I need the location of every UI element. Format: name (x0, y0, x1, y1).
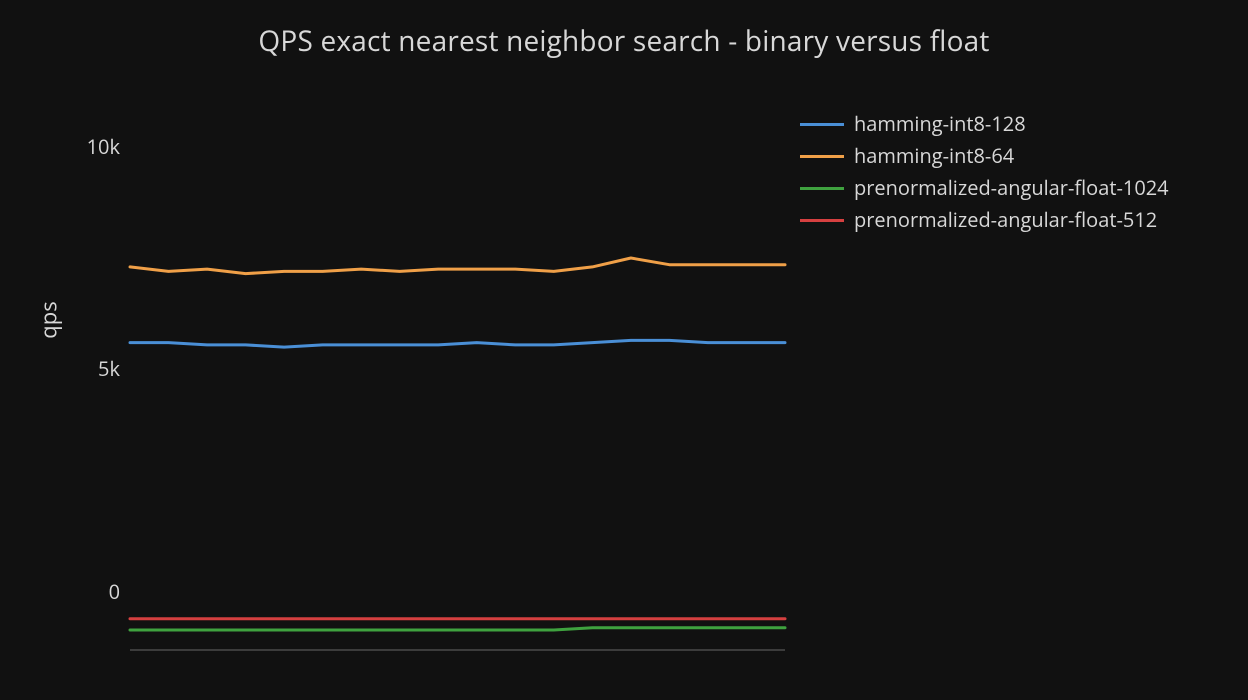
legend-label: hamming-int8-64 (854, 140, 1014, 172)
legend-label: prenormalized-angular-float-1024 (854, 172, 1169, 204)
legend-item[interactable]: hamming-int8-64 (800, 140, 1169, 172)
legend-item[interactable]: hamming-int8-128 (800, 108, 1169, 140)
series-line (130, 258, 785, 274)
y-axis-label: qps (34, 301, 64, 338)
chart-container: QPS exact nearest neighbor search - bina… (0, 0, 1248, 640)
legend-label: prenormalized-angular-float-512 (854, 204, 1157, 236)
y-tick-label: 10k (60, 133, 120, 160)
legend-swatch (800, 219, 844, 222)
series-line (130, 340, 785, 347)
legend-label: hamming-int8-128 (854, 108, 1026, 140)
chart-title: QPS exact nearest neighbor search - bina… (0, 0, 1248, 60)
legend-item[interactable]: prenormalized-angular-float-1024 (800, 172, 1169, 204)
y-tick-label: 0 (60, 578, 120, 605)
legend-swatch (800, 155, 844, 158)
y-tick-label: 5k (60, 355, 120, 382)
legend-swatch (800, 187, 844, 190)
legend-swatch (800, 123, 844, 126)
legend: hamming-int8-128hamming-int8-64prenormal… (800, 108, 1169, 236)
series-line (130, 628, 785, 630)
legend-item[interactable]: prenormalized-angular-float-512 (800, 204, 1169, 236)
